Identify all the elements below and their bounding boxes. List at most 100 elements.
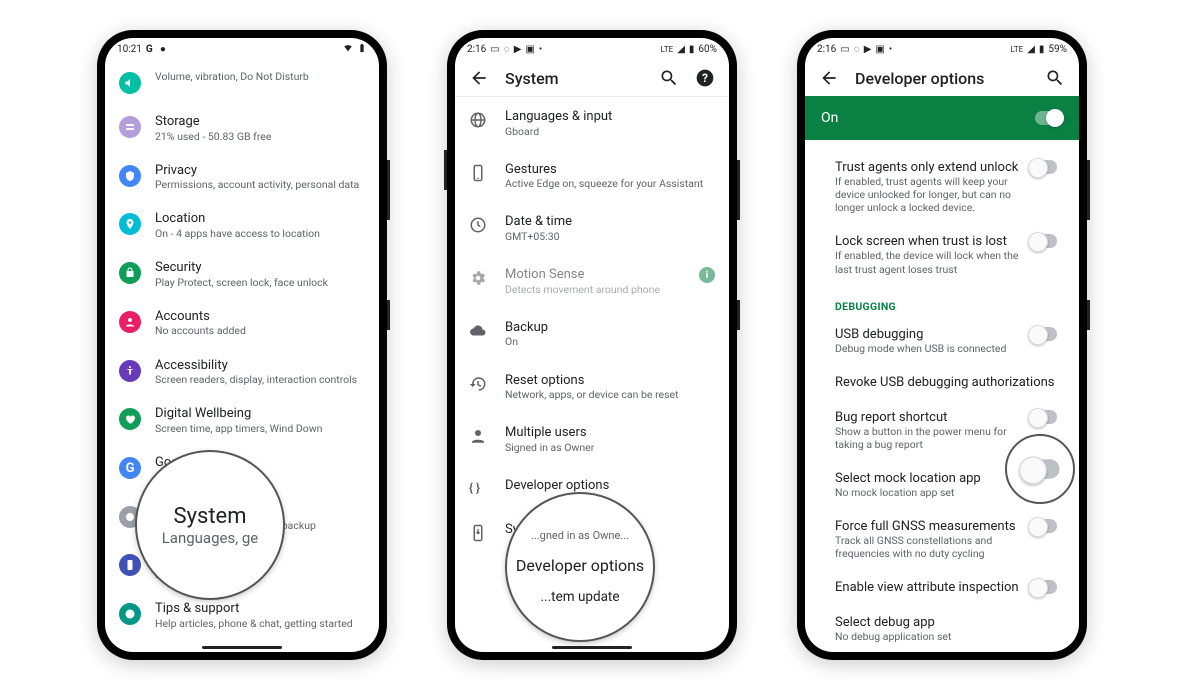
row-sub: Gboard: [505, 125, 715, 138]
svg-text:?: ?: [128, 611, 131, 619]
section-debugging: DEBUGGING: [805, 286, 1079, 317]
row-sub: 21% used - 50.83 GB free: [155, 130, 365, 143]
toggle-switch[interactable]: [1029, 327, 1057, 341]
row-title: Lock screen when trust is lost: [835, 234, 1019, 249]
row-title: Accessibility: [155, 358, 365, 374]
msg-icon: ▭: [840, 44, 849, 55]
toggle-switch[interactable]: [1029, 160, 1057, 174]
dev-row[interactable]: Trust agents only extend unlock If enabl…: [805, 150, 1079, 224]
back-button[interactable]: [819, 68, 839, 88]
settings-row-wellbeing[interactable]: Digital Wellbeing Screen time, app timer…: [105, 396, 379, 445]
dev-row[interactable]: Select debug app No debug application se…: [805, 605, 1079, 652]
system-row-history[interactable]: Reset options Network, apps, or device c…: [455, 361, 729, 414]
toggle-switch[interactable]: [1029, 580, 1057, 594]
magnifier-usb-switch: [1005, 434, 1075, 504]
person-icon: [469, 427, 487, 445]
box-icon: ▣: [525, 44, 534, 55]
system-row-person[interactable]: Multiple users Signed in as Owner: [455, 413, 729, 466]
master-toggle[interactable]: On: [805, 96, 1079, 140]
network-label: LTE: [1011, 45, 1024, 54]
search-icon[interactable]: [1045, 68, 1065, 88]
row-sub: Debug mode when USB is connected: [835, 342, 1019, 355]
wellbeing-icon: [119, 408, 141, 430]
info-icon[interactable]: i: [699, 267, 715, 283]
help-icon[interactable]: ?: [695, 68, 715, 88]
side-button: [444, 150, 447, 190]
toggle-switch[interactable]: [1029, 234, 1057, 248]
row-title: Trust agents only extend unlock: [835, 160, 1019, 175]
a11y-icon: [119, 360, 141, 382]
system-row-phone[interactable]: Gestures Active Edge on, squeeze for you…: [455, 150, 729, 203]
storage-icon: [119, 116, 141, 138]
dot-icon: •: [889, 44, 892, 55]
about-icon: [119, 554, 141, 576]
row-title: Backup: [505, 320, 715, 336]
globe-icon: [469, 111, 487, 129]
settings-row-accounts[interactable]: Accounts No accounts added: [105, 299, 379, 348]
msg-icon: ▭: [490, 44, 499, 55]
row-sub: Active Edge on, squeeze for your Assista…: [505, 177, 715, 190]
clock-icon: [469, 216, 487, 234]
battery-icon: [357, 43, 367, 56]
magnifier-dev: ...gned in as Owne... Developer options …: [505, 492, 655, 642]
search-icon[interactable]: [659, 68, 679, 88]
status-bar: 10:21 G ●: [105, 38, 379, 60]
dev-row[interactable]: Revoke USB debugging authorizations: [805, 365, 1079, 400]
usb-switch-zoom[interactable]: [1020, 459, 1059, 479]
dev-row[interactable]: Lock screen when trust is lost If enable…: [805, 224, 1079, 285]
gear-icon: [469, 269, 487, 287]
system-row-globe[interactable]: Languages & input Gboard: [455, 97, 729, 150]
toggle-switch[interactable]: [1029, 410, 1057, 424]
dev-row[interactable]: Enable view attribute inspection: [805, 570, 1079, 605]
phone-icon: [469, 164, 487, 182]
battery-pct: 60%: [698, 44, 717, 55]
master-switch[interactable]: [1035, 111, 1063, 125]
signal-icon: ◢: [677, 44, 685, 55]
back-button[interactable]: [469, 68, 489, 88]
dev-row[interactable]: USB debugging Debug mode when USB is con…: [805, 317, 1079, 365]
nav-pill[interactable]: [202, 646, 282, 649]
box-icon: ▣: [875, 44, 884, 55]
row-sub: Permissions, account activity, personal …: [155, 178, 365, 191]
side-button: [387, 160, 390, 220]
system-row-gear[interactable]: Motion Sense Detects movement around pho…: [455, 255, 729, 308]
system-row-clock[interactable]: Date & time GMT+05:30: [455, 202, 729, 255]
row-title: Enable view attribute inspection: [835, 580, 1019, 595]
row-sub: If enabled, the device will lock when th…: [835, 249, 1019, 275]
volume-icon: [119, 72, 141, 94]
master-toggle-label: On: [821, 110, 1027, 126]
row-title: Date & time: [505, 214, 715, 230]
row-title: Languages & input: [505, 109, 715, 125]
status-bar: 2:16 ▭ ◌ ▶ ▣ • LTE ◢ ▮ 60%: [455, 38, 729, 60]
svg-text:{ }: { }: [469, 481, 480, 495]
settings-row-privacy[interactable]: Privacy Permissions, account activity, p…: [105, 153, 379, 202]
toggle-switch[interactable]: [1029, 519, 1057, 533]
dev-row[interactable]: Force full GNSS measurements Track all G…: [805, 509, 1079, 570]
truncated-item[interactable]: [805, 140, 1079, 150]
update-icon: [469, 524, 487, 542]
settings-row-storage[interactable]: Storage 21% used - 50.83 GB free: [105, 104, 379, 153]
row-title: Security: [155, 260, 365, 276]
settings-row-a11y[interactable]: Accessibility Screen readers, display, i…: [105, 348, 379, 397]
system-row-cloud[interactable]: Backup On: [455, 308, 729, 361]
battery-icon: ▮: [1039, 44, 1045, 55]
row-title: Select debug app: [835, 615, 1057, 630]
settings-row-volume[interactable]: Volume, vibration, Do Not Disturb: [105, 60, 379, 104]
phone-dev-options: 2:16 ▭ ◌ ▶ ▣ • LTE ◢ ▮ 59% Developer opt…: [797, 30, 1087, 660]
row-sub: Play Protect, screen lock, face unlock: [155, 276, 365, 289]
row-sub: On - 4 apps have access to location: [155, 227, 365, 240]
row-sub: Signed in as Owner: [505, 441, 715, 454]
settings-row-security[interactable]: Security Play Protect, screen lock, face…: [105, 250, 379, 299]
battery-pct: 59%: [1048, 44, 1067, 55]
settings-row-location[interactable]: Location On - 4 apps have access to loca…: [105, 201, 379, 250]
side-button: [1087, 160, 1090, 220]
row-title: Accounts: [155, 309, 365, 325]
row-title: Tips & support: [155, 601, 365, 617]
row-title: Location: [155, 211, 365, 227]
history-icon: [469, 375, 487, 393]
mag-line: ...tem update: [541, 589, 620, 605]
whatsapp-icon: ◌: [504, 44, 510, 55]
nav-pill[interactable]: [552, 646, 632, 649]
settings-row-tips[interactable]: ? Tips & support Help articles, phone & …: [105, 591, 379, 640]
location-icon: [119, 213, 141, 235]
